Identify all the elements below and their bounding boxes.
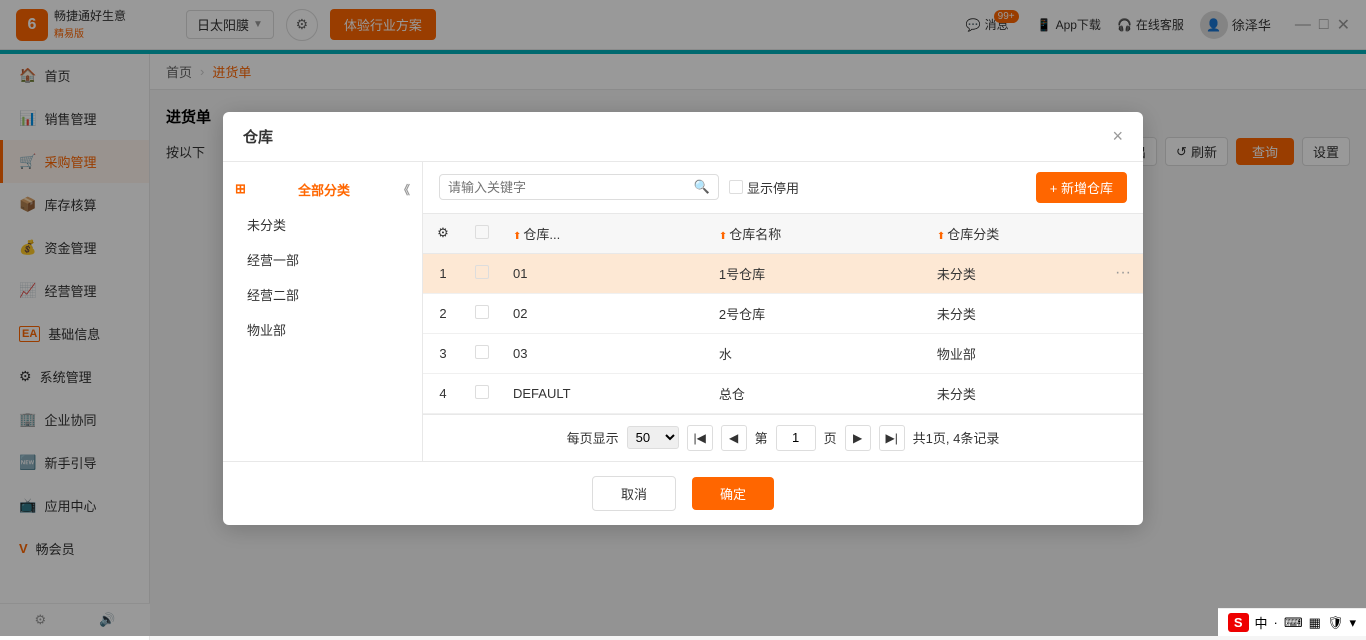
row-num: 1 (423, 253, 463, 293)
disabled-checkbox[interactable] (729, 180, 743, 194)
category-header[interactable]: ⊞ 全部分类 《 (223, 172, 422, 207)
first-page-btn[interactable]: |◀ (687, 425, 713, 451)
status-bar: S 中 · ⌨ ▦ 🛡 ▾ (1218, 608, 1366, 636)
search-input[interactable] (448, 180, 688, 195)
th-code: ⬆仓库... (501, 214, 707, 254)
category-item-3[interactable]: 物业部 (223, 312, 422, 347)
category-item-2[interactable]: 经营二部 (223, 277, 422, 312)
page-size-label: 每页显示 (567, 428, 619, 447)
show-disabled-toggle[interactable]: 显示停用 (729, 178, 799, 197)
dialog-body: ⊞ 全部分类 《 未分类 经营一部 经营二部 物业部 🔍 (223, 162, 1143, 461)
select-all-checkbox[interactable] (475, 225, 489, 239)
status-grid: ▦ (1309, 615, 1321, 631)
row-name: 水 (707, 333, 925, 373)
sort-icon-code: ⬆ (513, 231, 521, 242)
dialog-title: 仓库 (243, 126, 273, 147)
row-checkbox[interactable] (475, 305, 489, 319)
sort-icon-name: ⬆ (719, 231, 727, 242)
category-panel: ⊞ 全部分类 《 未分类 经营一部 经营二部 物业部 (223, 162, 423, 461)
page-unit: 页 (824, 428, 837, 447)
dialog-overlay: 仓库 × ⊞ 全部分类 《 未分类 经营一部 经营二部 物业部 (0, 0, 1366, 636)
pagination: 每页显示 50 100 200 |◀ ◀ 第 页 ▶ ▶| 共1页, 4条记录 (423, 414, 1143, 461)
th-checkbox (463, 214, 501, 254)
row-category: 未分类 (925, 373, 1143, 413)
category-header-label: 全部分类 (298, 180, 350, 199)
add-warehouse-button[interactable]: + 新增仓库 (1036, 172, 1127, 203)
row-name: 2号仓库 (707, 293, 925, 333)
th-settings: ⚙ (423, 214, 463, 254)
row-code: 03 (501, 333, 707, 373)
category-item-1[interactable]: 经营一部 (223, 242, 422, 277)
page-label: 第 (755, 428, 768, 447)
right-toolbar: 🔍 显示停用 + 新增仓库 (423, 162, 1143, 214)
table-row[interactable]: 4 DEFAULT 总仓 未分类 (423, 373, 1143, 413)
row-code: DEFAULT (501, 373, 707, 413)
row-category: 未分类 (925, 293, 1143, 333)
table-row[interactable]: 3 03 水 物业部 (423, 333, 1143, 373)
warehouse-table: ⚙ ⬆仓库... ⬆仓库名称 ⬆仓库分类 1 01 1号仓库 未分类··· 2 (423, 214, 1143, 414)
row-category: 物业部 (925, 333, 1143, 373)
show-disabled-label: 显示停用 (747, 178, 799, 197)
row-num: 4 (423, 373, 463, 413)
dialog-header: 仓库 × (223, 112, 1143, 162)
table-row[interactable]: 2 02 2号仓库 未分类 (423, 293, 1143, 333)
status-shield: 🛡 (1327, 615, 1344, 631)
page-number-input[interactable] (776, 425, 816, 451)
row-code: 02 (501, 293, 707, 333)
th-category: ⬆仓库分类 (925, 214, 1143, 254)
sort-icon-category: ⬆ (937, 231, 945, 242)
status-dot: · (1274, 615, 1278, 630)
row-checkbox-cell (463, 293, 501, 333)
th-name: ⬆仓库名称 (707, 214, 925, 254)
warehouse-dialog: 仓库 × ⊞ 全部分类 《 未分类 经营一部 经营二部 物业部 (223, 112, 1143, 525)
category-grid-icon: ⊞ (235, 181, 246, 197)
row-checkbox[interactable] (475, 265, 489, 279)
total-info: 共1页, 4条记录 (913, 428, 1000, 447)
prev-page-btn[interactable]: ◀ (721, 425, 747, 451)
status-arrow: ▾ (1349, 615, 1356, 631)
row-code: 01 (501, 253, 707, 293)
row-num: 2 (423, 293, 463, 333)
dialog-footer: 取消 确定 (223, 461, 1143, 525)
row-checkbox[interactable] (475, 345, 489, 359)
last-page-btn[interactable]: ▶| (879, 425, 905, 451)
next-page-btn[interactable]: ▶ (845, 425, 871, 451)
collapse-icon: 《 (398, 181, 410, 198)
row-name: 1号仓库 (707, 253, 925, 293)
row-checkbox[interactable] (475, 385, 489, 399)
page-size-select[interactable]: 50 100 200 (627, 426, 679, 449)
dialog-close-button[interactable]: × (1112, 127, 1123, 145)
row-num: 3 (423, 333, 463, 373)
status-keyboard: ⌨ (1284, 615, 1303, 631)
row-checkbox-cell (463, 253, 501, 293)
category-item-0[interactable]: 未分类 (223, 207, 422, 242)
table-header-row: ⚙ ⬆仓库... ⬆仓库名称 ⬆仓库分类 (423, 214, 1143, 254)
table-row[interactable]: 1 01 1号仓库 未分类··· (423, 253, 1143, 293)
row-checkbox-cell (463, 373, 501, 413)
row-name: 总仓 (707, 373, 925, 413)
row-category: 未分类··· (925, 253, 1143, 293)
right-panel: 🔍 显示停用 + 新增仓库 ⚙ (423, 162, 1143, 461)
row-more-btn[interactable]: ··· (1115, 264, 1131, 282)
col-settings-icon[interactable]: ⚙ (437, 225, 449, 240)
status-logo: S (1228, 613, 1249, 632)
status-zh: 中 (1255, 613, 1268, 632)
cancel-button[interactable]: 取消 (592, 476, 676, 511)
confirm-button[interactable]: 确定 (692, 477, 774, 510)
search-box: 🔍 (439, 174, 719, 200)
search-icon[interactable]: 🔍 (694, 179, 710, 195)
row-checkbox-cell (463, 333, 501, 373)
